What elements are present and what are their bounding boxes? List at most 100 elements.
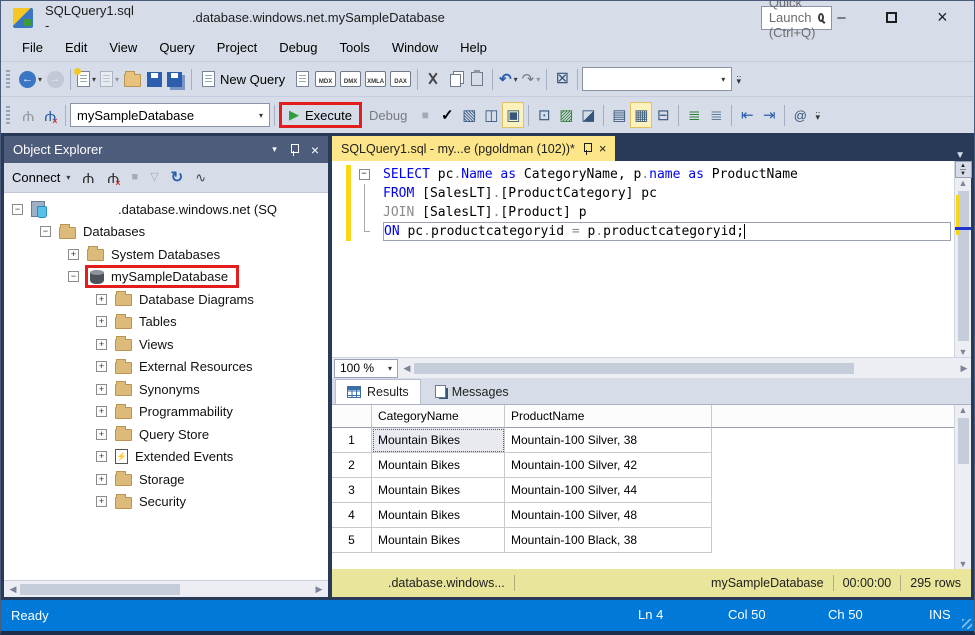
tree-item-database-windows-net-sq[interactable]: − .database.windows.net (SQ bbox=[4, 198, 328, 221]
tab-results[interactable]: Results bbox=[335, 379, 421, 404]
scroll-down-icon[interactable]: ▼ bbox=[956, 347, 970, 357]
menu-item-window[interactable]: Window bbox=[381, 36, 449, 59]
dax-query-button[interactable]: DAX bbox=[388, 66, 413, 92]
sqlcmd-mode-icon[interactable]: @ bbox=[789, 102, 811, 128]
scroll-left-icon[interactable]: ◀ bbox=[400, 363, 414, 374]
intellisense-icon[interactable]: ▣ bbox=[502, 102, 525, 128]
row-number[interactable]: 3 bbox=[332, 478, 372, 503]
tree-item-databases[interactable]: − Databases bbox=[4, 221, 328, 244]
tree-item-external-resources[interactable]: + External Resources bbox=[4, 356, 328, 379]
refresh-icon[interactable]: ↻ bbox=[171, 170, 184, 185]
code-area[interactable]: − SELECT pc. Name as CategoryName, p. name … bbox=[332, 161, 954, 357]
grid-cell[interactable]: Mountain-100 Silver, 44 bbox=[505, 478, 712, 503]
tab-list-dropdown-icon[interactable]: ▼ bbox=[955, 150, 971, 161]
column-header-categoryname[interactable]: CategoryName bbox=[372, 405, 505, 428]
scroll-right-icon[interactable]: ▶ bbox=[957, 363, 971, 374]
object-explorer-hscrollbar[interactable]: ◀ ▶ bbox=[4, 580, 328, 597]
close-button[interactable]: × bbox=[933, 7, 951, 28]
menu-item-help[interactable]: Help bbox=[449, 36, 498, 59]
tree-item-mysampledatabase[interactable]: − mySampleDatabase bbox=[4, 265, 328, 289]
expand-icon[interactable]: + bbox=[96, 473, 107, 485]
toolbar-combobox[interactable]: ▾ bbox=[582, 67, 733, 91]
activity-monitor-icon[interactable]: ∿ bbox=[195, 171, 206, 184]
undo-button[interactable]: ↶ ▾ bbox=[497, 66, 520, 92]
row-number[interactable]: 1 bbox=[332, 428, 372, 453]
tree-item-synonyms[interactable]: + Synonyms bbox=[4, 378, 328, 401]
scroll-right-icon[interactable]: ▶ bbox=[312, 584, 326, 595]
mdx-query-button[interactable]: MDX bbox=[313, 66, 338, 92]
xmla-query-button[interactable]: XMLA bbox=[363, 66, 388, 92]
editor-hscrollbar[interactable]: ◀ ▶ bbox=[400, 362, 971, 374]
grid-cell[interactable]: Mountain Bikes bbox=[372, 428, 505, 453]
tree-item-storage[interactable]: + Storage bbox=[4, 468, 328, 491]
uncomment-icon[interactable]: ≣ bbox=[705, 102, 727, 128]
expand-icon[interactable]: + bbox=[96, 338, 107, 350]
decrease-indent-icon[interactable]: ⇤ bbox=[736, 102, 758, 128]
tab-messages[interactable]: Messages bbox=[424, 379, 520, 404]
scroll-up-icon[interactable]: ▲ bbox=[956, 405, 970, 415]
disconnect-icon[interactable]: Ψ bbox=[107, 169, 120, 186]
paste-button[interactable] bbox=[466, 66, 488, 92]
code-line-4[interactable]: ON pc. productcategoryid = p. productcateg… bbox=[332, 222, 954, 241]
tree-item-programmability[interactable]: + Programmability bbox=[4, 401, 328, 424]
expand-icon[interactable]: + bbox=[96, 496, 107, 508]
navigate-back-button[interactable]: ← ▾ bbox=[17, 66, 44, 92]
row-number[interactable]: 2 bbox=[332, 453, 372, 478]
expand-icon[interactable]: + bbox=[96, 406, 107, 418]
sql-editor[interactable]: − SELECT pc. Name as CategoryName, p. name … bbox=[332, 161, 972, 357]
scroll-down-icon[interactable]: ▼ bbox=[956, 559, 970, 569]
resize-grip[interactable] bbox=[962, 619, 972, 629]
query-options-icon[interactable]: ◫ bbox=[480, 102, 502, 128]
scroll-up-icon[interactable]: ▲ bbox=[956, 178, 970, 188]
expand-icon[interactable]: + bbox=[96, 293, 107, 305]
connect-dropdown[interactable]: Connect ▾ bbox=[12, 170, 70, 185]
grid-cell[interactable]: Mountain-100 Silver, 48 bbox=[505, 503, 712, 528]
actual-plan-icon[interactable]: ▨ bbox=[555, 102, 577, 128]
expand-icon[interactable]: + bbox=[68, 248, 79, 260]
column-header-productname[interactable]: ProductName bbox=[505, 405, 712, 428]
close-tab-icon[interactable]: × bbox=[599, 141, 607, 156]
toolbar-grip[interactable] bbox=[6, 106, 10, 124]
tree-item-query-store[interactable]: + Query Store bbox=[4, 423, 328, 446]
save-button[interactable] bbox=[143, 66, 165, 92]
quick-launch-input[interactable]: Quick Launch (Ctrl+Q) bbox=[760, 1, 833, 40]
editor-vscrollbar[interactable]: ▲ — ▼ ▲ ▼ bbox=[954, 161, 972, 357]
collapse-icon[interactable]: − bbox=[40, 226, 51, 238]
copy-button[interactable] bbox=[444, 66, 466, 92]
grid-cell[interactable]: Mountain Bikes bbox=[372, 478, 505, 503]
window-position-icon[interactable]: ▾ bbox=[272, 144, 277, 155]
grid-cell[interactable]: Mountain Bikes bbox=[372, 503, 505, 528]
tree-item-system-databases[interactable]: + System Databases bbox=[4, 243, 328, 266]
toolbar-grip[interactable] bbox=[6, 70, 10, 88]
menu-item-tools[interactable]: Tools bbox=[329, 36, 381, 59]
save-all-button[interactable] bbox=[165, 66, 187, 92]
menu-item-debug[interactable]: Debug bbox=[268, 36, 328, 59]
parse-icon[interactable]: ✓ bbox=[436, 102, 458, 128]
results-to-file-icon[interactable]: ⊟ bbox=[652, 102, 674, 128]
tree-item-database-diagrams[interactable]: + Database Diagrams bbox=[4, 288, 328, 311]
menu-item-view[interactable]: View bbox=[98, 36, 148, 59]
estimated-plan-icon[interactable]: ▧ bbox=[458, 102, 480, 128]
scrollbar-thumb[interactable] bbox=[20, 583, 180, 595]
close-panel-icon[interactable]: × bbox=[311, 142, 319, 158]
tab-sqlquery1[interactable]: SQLQuery1.sql - my...e (pgoldman (102))*… bbox=[332, 136, 616, 161]
code-line-3[interactable]: JOIN [SalesLT]. [Product] p bbox=[332, 203, 954, 222]
scrollbar-thumb[interactable] bbox=[414, 362, 854, 374]
fold-collapse-icon[interactable]: − bbox=[358, 165, 370, 184]
expand-icon[interactable]: + bbox=[96, 361, 107, 373]
tree-item-views[interactable]: + Views bbox=[4, 333, 328, 356]
grid-cell[interactable]: Mountain Bikes bbox=[372, 528, 505, 553]
change-connection-icon[interactable]: Ψ bbox=[39, 102, 61, 128]
increase-indent-icon[interactable]: ⇥ bbox=[758, 102, 780, 128]
maximize-button[interactable] bbox=[886, 12, 898, 23]
results-to-grid-icon[interactable]: ▦ bbox=[630, 102, 653, 128]
find-in-files-button[interactable]: ⊠ bbox=[551, 66, 573, 92]
expand-icon[interactable]: + bbox=[96, 451, 107, 463]
grid-cell[interactable]: Mountain-100 Black, 38 bbox=[505, 528, 712, 553]
toolbar-overflow-button[interactable]: ∙∙ ▾ bbox=[736, 72, 741, 86]
menu-item-query[interactable]: Query bbox=[148, 36, 205, 59]
expand-icon[interactable]: + bbox=[96, 428, 107, 440]
scrollbar-thumb[interactable] bbox=[957, 418, 969, 464]
pin-icon[interactable] bbox=[583, 142, 592, 155]
new-query-button[interactable]: New Query bbox=[196, 66, 291, 92]
